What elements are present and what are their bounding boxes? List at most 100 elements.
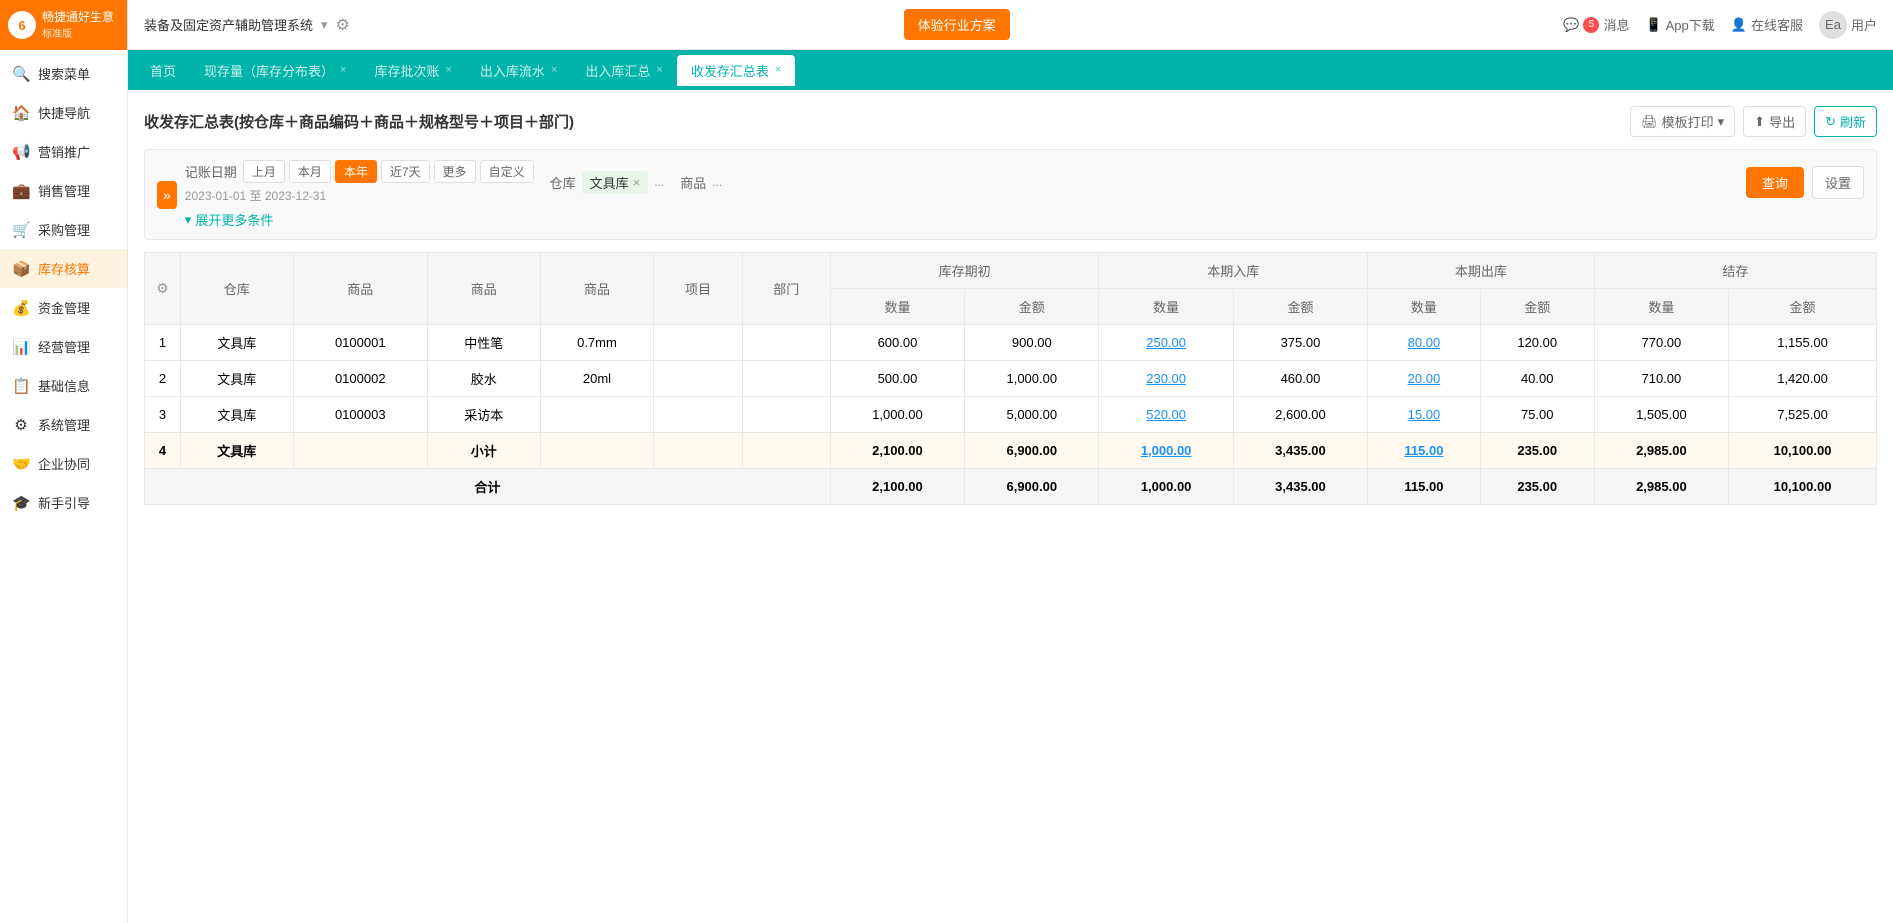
sidebar: 6 畅捷通好生意 标准版 🔍 搜索菜单 🏠 快捷导航 📢 营销推广 💼 销售管理…: [0, 0, 128, 923]
service-item[interactable]: 👤 在线客服: [1731, 15, 1803, 34]
user-label: 用户: [1851, 15, 1877, 34]
sidebar-item-quick-nav[interactable]: 🏠 快捷导航: [0, 93, 127, 132]
date-shortcut-上月[interactable]: 上月: [243, 160, 285, 183]
sidebar-item-search[interactable]: 🔍 搜索菜单: [0, 54, 127, 93]
tab-close-in-out-summary[interactable]: ×: [656, 64, 662, 76]
filter-bar: » 记账日期 上月本月本年近7天更多自定义 2023-01-01 至 2023-…: [144, 149, 1877, 240]
table-row: 4 文具库 小计 2,100.00 6,900.00 1,000.00 3,43…: [145, 433, 1877, 469]
tab-in-out-flow[interactable]: 出入库流水×: [466, 55, 571, 86]
warehouse-more-btn[interactable]: ...: [654, 175, 664, 189]
query-button[interactable]: 查询: [1746, 167, 1804, 198]
row-spec: [540, 397, 654, 433]
sidebar-item-sales[interactable]: 💼 销售管理: [0, 171, 127, 210]
sidebar-item-enterprise[interactable]: 🤝 企业协同: [0, 444, 127, 483]
sidebar-logo: 6 畅捷通好生意 标准版: [0, 0, 127, 50]
print-button[interactable]: 🖨 模板打印 ▾: [1630, 106, 1735, 137]
row-bal-qty: 710.00: [1594, 361, 1728, 397]
row-out-qty[interactable]: 20.00: [1368, 361, 1481, 397]
download-item[interactable]: 📱 App下载: [1645, 15, 1714, 34]
print-icon: 🖨: [1641, 114, 1658, 130]
refresh-icon: ↻: [1825, 114, 1836, 130]
sidebar-item-finance[interactable]: 💰 资金管理: [0, 288, 127, 327]
user-item[interactable]: Ea 用户: [1819, 11, 1877, 39]
row-name: 采访本: [427, 397, 540, 433]
tab-label-home: 首页: [150, 61, 176, 80]
row-project: [654, 397, 742, 433]
row-in-amt: 460.00: [1233, 361, 1367, 397]
sidebar-item-purchase[interactable]: 🛒 采购管理: [0, 210, 127, 249]
experience-button[interactable]: 体验行业方案: [904, 9, 1010, 40]
row-in-qty[interactable]: 520.00: [1099, 397, 1233, 433]
row-in-qty[interactable]: 250.00: [1099, 325, 1233, 361]
row-out-qty[interactable]: 15.00: [1368, 397, 1481, 433]
date-shortcut-本月[interactable]: 本月: [289, 160, 331, 183]
date-filter: 记账日期 上月本月本年近7天更多自定义 2023-01-01 至 2023-12…: [185, 160, 534, 204]
row-dept: [742, 325, 830, 361]
row-out-qty[interactable]: 115.00: [1368, 433, 1481, 469]
date-shortcut-更多[interactable]: 更多: [434, 160, 476, 183]
row-bal-amt: 7,525.00: [1729, 397, 1877, 433]
sidebar-item-guide[interactable]: 🎓 新手引导: [0, 483, 127, 522]
sidebar-item-marketing[interactable]: 📢 营销推广: [0, 132, 127, 171]
setting-button[interactable]: 设置: [1812, 166, 1864, 199]
filter-toggle-button[interactable]: »: [157, 181, 177, 209]
tab-close-receive-send-summary[interactable]: ×: [775, 64, 781, 76]
row-in-qty[interactable]: 230.00: [1099, 361, 1233, 397]
message-item[interactable]: 💬 5 消息: [1563, 15, 1629, 34]
refresh-button[interactable]: ↻ 刷新: [1814, 106, 1877, 137]
sidebar-icon-marketing: 📢: [12, 143, 30, 161]
date-shortcut-近7天[interactable]: 近7天: [381, 160, 430, 183]
table-gear-icon[interactable]: ⚙: [156, 280, 169, 296]
footer-bal-qty: 2,985.00: [1594, 469, 1728, 505]
service-icon: 👤: [1731, 17, 1747, 33]
tab-in-out-summary[interactable]: 出入库汇总×: [571, 55, 676, 86]
date-shortcut-自定义[interactable]: 自定义: [480, 160, 534, 183]
message-icon: 💬: [1563, 17, 1579, 33]
table-row: 2 文具库 0100002 胶水 20ml 500.00 1,000.00 23…: [145, 361, 1877, 397]
tab-label-receive-send-summary: 收发存汇总表: [691, 61, 769, 80]
sidebar-label-guide: 新手引导: [38, 493, 90, 512]
sidebar-item-basic-info[interactable]: 📋 基础信息: [0, 366, 127, 405]
expand-conditions-btn[interactable]: ▾ 展开更多条件: [185, 210, 1804, 229]
tab-close-batch-ledger[interactable]: ×: [445, 64, 451, 76]
sidebar-icon-system: ⚙: [12, 416, 30, 434]
tab-stock-dist[interactable]: 现存量（库存分布表）×: [190, 55, 360, 86]
table-settings-col[interactable]: ⚙: [145, 253, 181, 325]
dropdown-icon[interactable]: ▾: [321, 17, 328, 33]
warehouse-filter-label: 仓库: [550, 173, 576, 192]
goods-filter-label: 商品: [680, 173, 706, 192]
gear-icon[interactable]: ⚙: [336, 15, 350, 35]
date-shortcut-本年[interactable]: 本年: [335, 160, 377, 183]
export-button[interactable]: ⬆ 导出: [1743, 106, 1806, 137]
row-bal-qty: 770.00: [1594, 325, 1728, 361]
logo-icon: 6: [8, 11, 36, 39]
goods-more-btn[interactable]: ...: [712, 175, 722, 189]
tab-receive-send-summary[interactable]: 收发存汇总表 ×: [677, 55, 795, 86]
row-open-qty: 500.00: [830, 361, 964, 397]
sidebar-item-inventory[interactable]: 📦 库存核算: [0, 249, 127, 288]
row-warehouse: 文具库: [181, 433, 294, 469]
sidebar-item-operations[interactable]: 📊 经营管理: [0, 327, 127, 366]
sidebar-label-system: 系统管理: [38, 415, 90, 434]
logo-sub: 标准版: [42, 25, 114, 40]
col-in-qty: 数量: [1099, 289, 1233, 325]
date-shortcuts: 上月本月本年近7天更多自定义: [243, 160, 534, 183]
logo-text: 畅捷通好生意: [42, 10, 114, 26]
tab-batch-ledger[interactable]: 库存批次账×: [360, 55, 465, 86]
tab-close-stock-dist[interactable]: ×: [340, 64, 346, 76]
tab-close-in-out-flow[interactable]: ×: [551, 64, 557, 76]
warehouse-tag-close[interactable]: ×: [633, 175, 641, 190]
row-bal-qty: 2,985.00: [1594, 433, 1728, 469]
row-in-qty[interactable]: 1,000.00: [1099, 433, 1233, 469]
sidebar-icon-enterprise: 🤝: [12, 455, 30, 473]
sidebar-label-sales: 销售管理: [38, 181, 90, 200]
row-seq: 4: [145, 433, 181, 469]
sidebar-label-marketing: 营销推广: [38, 142, 90, 161]
sidebar-item-system[interactable]: ⚙ 系统管理: [0, 405, 127, 444]
col-opening: 库存期初: [830, 253, 1099, 289]
message-label: 消息: [1603, 15, 1629, 34]
page-title: 收发存汇总表(按仓库＋商品编码＋商品＋规格型号＋项目＋部门): [144, 111, 574, 132]
row-out-qty[interactable]: 80.00: [1368, 325, 1481, 361]
tab-home[interactable]: 首页: [136, 55, 190, 86]
sidebar-icon-search: 🔍: [12, 65, 30, 83]
